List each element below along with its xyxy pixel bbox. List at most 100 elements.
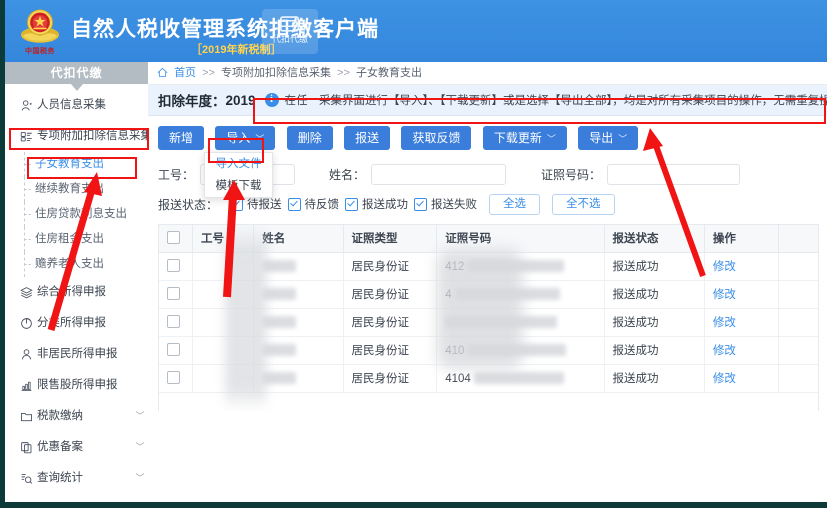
table-row[interactable]: 居民身份证 4 报送成功 修改 2019-1 (159, 280, 818, 309)
sidebar-item-tax-payment[interactable]: 税款缴纳 ﹀ (5, 401, 148, 432)
sidebar-item-query-statistics[interactable]: 查询统计 ﹀ (5, 463, 148, 494)
copy-icon (15, 441, 37, 454)
sidebar-item-label: 查询统计 (37, 472, 83, 484)
import-button[interactable]: 导入 ﹀ (215, 126, 276, 150)
row-select-cell (159, 252, 193, 281)
table-row[interactable]: 居民身份证 报送成功 修改 2019-1 (159, 308, 818, 337)
table-row[interactable]: 居民身份证 412 报送成功 修改 2019-1 (159, 252, 818, 281)
sidebar-item-nonresident-income-declaration[interactable]: 非居民所得申报 (5, 339, 148, 370)
status-checkbox-pending-submit[interactable] (230, 197, 244, 211)
sidebar-item-preferential-filing[interactable]: 优惠备案 ﹀ (5, 432, 148, 463)
module-button-withholding[interactable]: 代扣代缴 (262, 9, 318, 54)
cell-updated: 2019-1 (778, 336, 818, 365)
cell-name (253, 252, 344, 281)
dropdown-item-import-file[interactable]: 导入文件 (205, 153, 272, 175)
row-checkbox[interactable] (167, 314, 180, 328)
status-checkbox-submit-success[interactable] (345, 197, 359, 211)
select-all-header (159, 225, 193, 253)
submit-button-label: 报送 (355, 131, 380, 145)
add-button[interactable]: 新增 (158, 126, 205, 150)
cell-cert-type: 居民身份证 (343, 308, 438, 337)
sidebar-item-system-settings[interactable]: 系统设置 (5, 494, 148, 502)
table-row[interactable]: 居民身份证 4104 报送成功 修改 2019-0 (159, 364, 818, 393)
id-card-icon (15, 130, 37, 143)
user-icon (15, 348, 37, 361)
submit-button[interactable]: 报送 (344, 126, 391, 150)
breadcrumb-separator: >> (337, 67, 350, 79)
status-option-label: 待报送 (247, 199, 282, 211)
edit-link[interactable]: 修改 (713, 373, 736, 385)
sidebar-item-restricted-stock-declaration[interactable]: 限售股所得申报 (5, 370, 148, 401)
edit-link[interactable]: 修改 (713, 345, 736, 357)
deduction-year-value: 2019 (225, 92, 256, 108)
get-feedback-button[interactable]: 获取反馈 (401, 126, 472, 150)
breadcrumb-level1[interactable]: 专项附加扣除信息采集 (221, 67, 331, 79)
sidebar-item-label: 分类所得申报 (37, 317, 106, 329)
sidebar-item-label: 综合所得申报 (37, 286, 106, 298)
table-row[interactable]: 居民身份证 410 报送成功 修改 2019-1 (159, 336, 818, 365)
sidebar-item-chevron: ﹀ (135, 442, 145, 452)
edit-link[interactable]: 修改 (713, 289, 736, 301)
redacted-cert-no (473, 371, 564, 384)
cell-status: 报送成功 (604, 308, 705, 337)
sidebar-submenu: 子女教育支出 继续教育支出 住房贷款利息支出 住房租金支出 赡养老人支出 (5, 152, 148, 277)
submenu-item-housing-loan-interest[interactable]: 住房贷款利息支出 (5, 202, 148, 227)
cell-cert-no (436, 308, 605, 337)
row-checkbox[interactable] (167, 342, 180, 356)
sidebar-item-classified-income-declaration[interactable]: 分类所得申报 (5, 308, 148, 339)
select-all-button[interactable]: 全选 (489, 193, 541, 215)
sidebar-panel-title-text: 代扣代缴 (50, 66, 103, 80)
sidebar-item-chevron: ﹀ (135, 411, 145, 421)
breadcrumb: 首页 >> 专项附加扣除信息采集 >> 子女教育支出 (148, 62, 827, 85)
select-none-button[interactable]: 全不选 (552, 193, 615, 215)
export-button[interactable]: 导出 ﹀ (578, 126, 639, 150)
edit-link[interactable]: 修改 (713, 317, 736, 329)
info-icon: i (264, 93, 279, 107)
row-checkbox[interactable] (167, 286, 180, 300)
cert-no-prefix: 4 (445, 288, 452, 301)
import-dropdown-menu: 导入文件 模板下载 (204, 152, 273, 198)
row-checkbox[interactable] (167, 370, 180, 384)
add-button-label: 新增 (169, 131, 194, 145)
redacted-name (262, 287, 297, 300)
download-update-button[interactable]: 下载更新 ﹀ (482, 126, 567, 150)
sidebar: 代扣代缴 人员信息采集 专项附加扣除信息采集 ︿ 子女教育支出 继续教育支 (5, 62, 149, 502)
wallet-icon (280, 16, 300, 32)
dropdown-item-template-download[interactable]: 模板下载 (205, 175, 272, 197)
sidebar-item-special-deduction-collection[interactable]: 专项附加扣除信息采集 ︿ (5, 121, 148, 152)
submenu-item-housing-rent[interactable]: 住房租金支出 (5, 227, 148, 252)
page-title: 自然人税收管理系统扣缴客户端 (71, 18, 379, 41)
breadcrumb-home[interactable]: 首页 (174, 67, 196, 79)
cell-cert-no: 412 (436, 252, 605, 281)
breadcrumb-level2: 子女教育支出 (356, 67, 423, 79)
status-checkbox-pending-feedback[interactable] (287, 197, 301, 211)
cert-no-label: 证照号码： (541, 167, 602, 182)
cell-status: 报送成功 (604, 280, 705, 309)
edit-link[interactable]: 修改 (713, 261, 736, 273)
cell-updated: 2019-1 (778, 280, 818, 309)
row-checkbox[interactable] (167, 258, 180, 272)
redacted-name (262, 343, 297, 356)
submenu-item-elderly-support[interactable]: 赡养老人支出 (5, 252, 148, 277)
info-banner-text: 在任一采集界面进行【导入】、【下载更新】或是选择【导出全部】，均是对所有采集项目… (284, 95, 827, 107)
redacted-name (262, 315, 297, 328)
download-update-button-label: 下载更新 (493, 131, 542, 145)
submenu-item-continuing-education[interactable]: 继续教育支出 (5, 177, 148, 202)
cell-name (253, 336, 344, 365)
sidebar-item-personnel-collection[interactable]: 人员信息采集 (5, 90, 148, 121)
row-select-cell (159, 280, 193, 309)
main-content: 首页 >> 专项附加扣除信息采集 >> 子女教育支出 扣除年度： 2019 i … (148, 62, 827, 502)
cell-employee-no (192, 336, 255, 365)
select-all-checkbox[interactable] (167, 230, 180, 244)
sidebar-item-comprehensive-income-declaration[interactable]: 综合所得申报 (5, 277, 148, 308)
submenu-item-child-education[interactable]: 子女教育支出 (5, 152, 148, 177)
cell-operation: 修改 (704, 280, 779, 309)
delete-button[interactable]: 删除 (286, 126, 333, 150)
cert-no-input[interactable] (607, 163, 741, 185)
status-checkbox-submit-failed[interactable] (414, 197, 428, 211)
data-table-container: 工号 姓名 证照类型 证照号码 报送状态 操作 更新 居民身份证 (158, 224, 819, 411)
cell-status: 报送成功 (604, 336, 705, 365)
cell-cert-no: 4104 (436, 364, 605, 393)
name-input[interactable] (371, 163, 507, 185)
cell-name (253, 280, 344, 309)
